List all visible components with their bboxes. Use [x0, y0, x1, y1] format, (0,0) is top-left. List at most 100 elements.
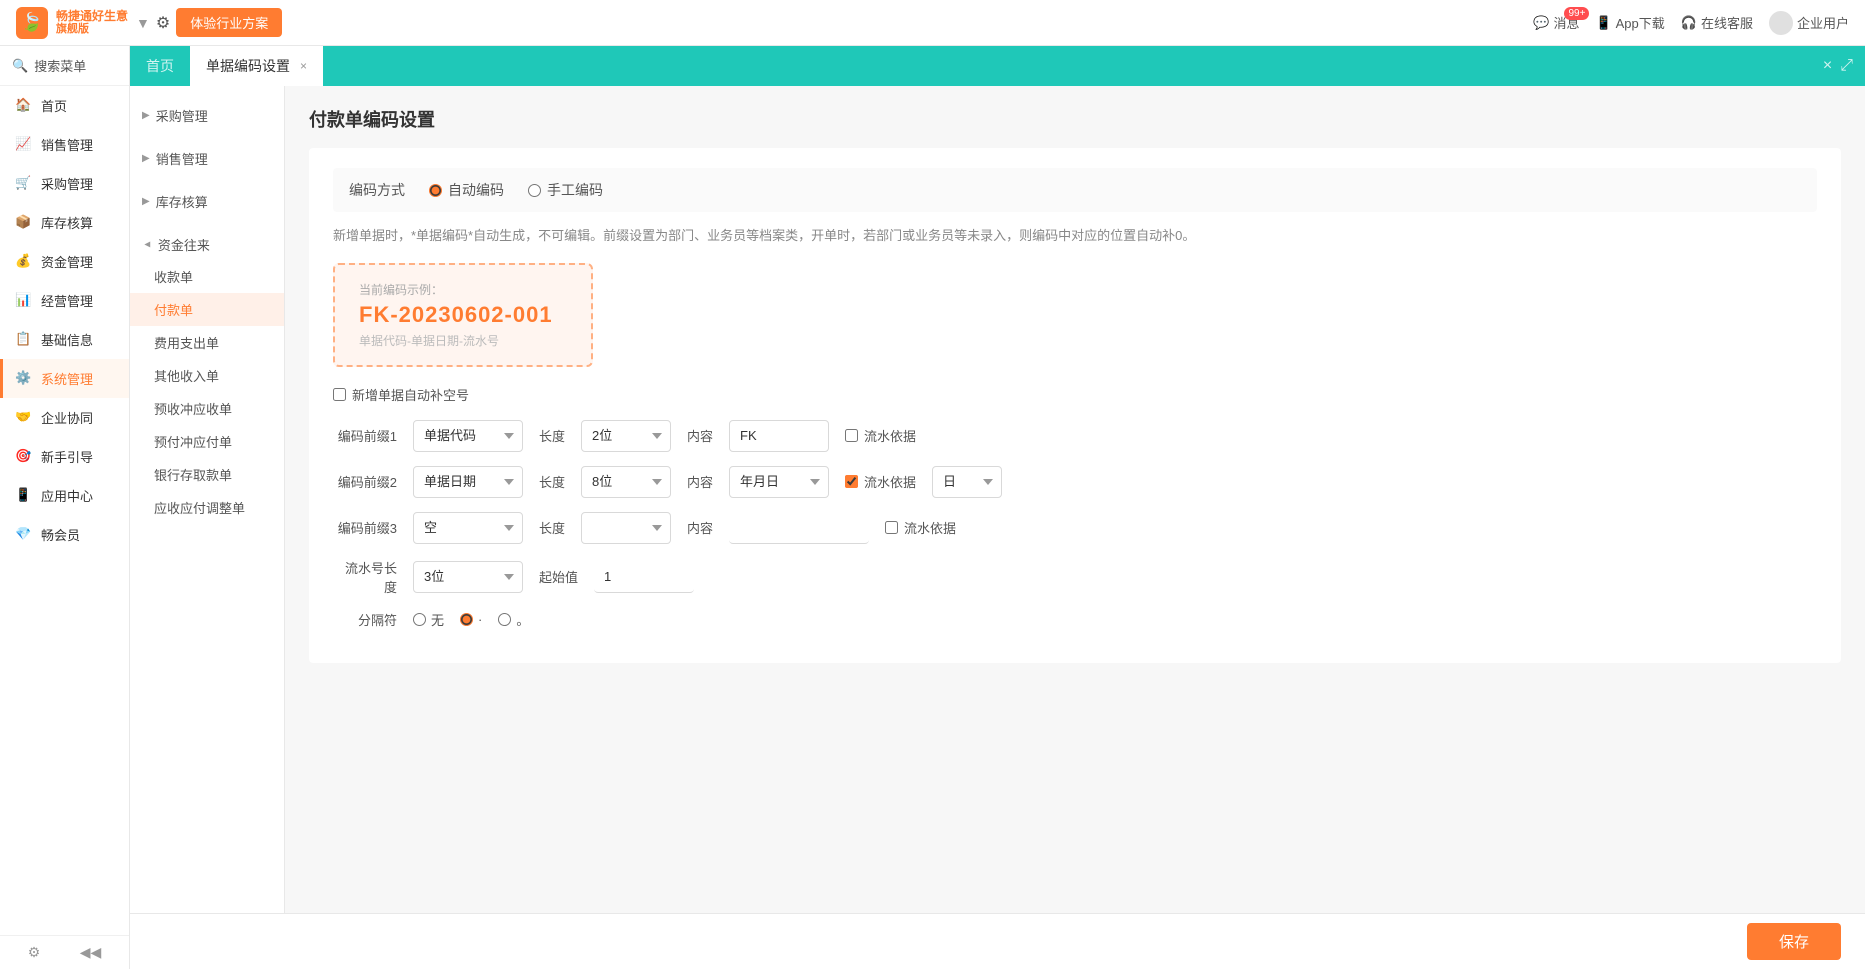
- search-menu[interactable]: 🔍 搜索菜单: [0, 46, 129, 86]
- sidebar-item-guide[interactable]: 🎯 新手引导: [0, 437, 129, 476]
- sep-dash-radio[interactable]: ·: [460, 612, 482, 627]
- serial-len-select[interactable]: 3位: [413, 561, 523, 593]
- system-icon: ⚙️: [15, 370, 33, 388]
- subnav-item-adjust[interactable]: 应收应付调整单: [130, 491, 284, 524]
- sidebar-item-partner[interactable]: 🤝 企业协同: [0, 398, 129, 437]
- brand-icon: 🍃: [16, 7, 48, 39]
- subnav-item-advance-pay[interactable]: 预付冲应付单: [130, 425, 284, 458]
- main-layout: 🔍 搜索菜单 🏠 首页 📈 销售管理 🛒 采购管理 📦 库存核算 💰 资金管理 …: [0, 46, 1865, 969]
- user-name: 企业用户: [1797, 13, 1849, 32]
- subnav-item-other-income[interactable]: 其他收入单: [130, 359, 284, 392]
- prefix1-select[interactable]: 单据代码: [413, 420, 523, 452]
- collapse-icon[interactable]: ◀◀: [80, 944, 102, 961]
- auto-encoding-radio[interactable]: 自动编码: [429, 180, 504, 200]
- sidebar-item-basic[interactable]: 📋 基础信息: [0, 320, 129, 359]
- settings-bottom-icon[interactable]: ⚙: [28, 944, 41, 961]
- chevron-capital: ▼: [141, 240, 152, 250]
- subnav-title-purchase[interactable]: ▶ 采购管理: [130, 100, 284, 131]
- sidebar-item-home[interactable]: 🏠 首页: [0, 86, 129, 125]
- subnav-group-capital: ▼ 资金往来 收款单 付款单 费用支出单 其他收入单 预收冲应收单 预付冲应付单…: [130, 223, 284, 530]
- stream2-checkbox[interactable]: 流水依据: [845, 472, 916, 491]
- len2-select[interactable]: 8位: [581, 466, 671, 498]
- tab-home[interactable]: 首页: [130, 46, 190, 86]
- tab-expand-icon[interactable]: ×: [1823, 57, 1832, 75]
- subnav-item-receipt[interactable]: 收款单: [130, 260, 284, 293]
- tab-close-icon[interactable]: ×: [300, 59, 307, 73]
- sidebar-item-apps[interactable]: 📱 应用中心: [0, 476, 129, 515]
- manual-encoding-input[interactable]: [528, 184, 541, 197]
- tab-encoding[interactable]: 单据编码设置 ×: [190, 46, 323, 86]
- content2-select[interactable]: 年月日: [729, 466, 829, 498]
- sidebar-item-system[interactable]: ⚙️ 系统管理: [0, 359, 129, 398]
- auto-fill-checkbox[interactable]: [333, 388, 346, 401]
- prefix2-select[interactable]: 单据日期: [413, 466, 523, 498]
- code-preview-box: 当前编码示例： FK-20230602-001 单据代码-单据日期-流水号: [333, 263, 593, 367]
- subnav-item-bank-deposit[interactable]: 银行存取款单: [130, 458, 284, 491]
- content1-input[interactable]: [729, 420, 829, 452]
- sidebar-item-inventory[interactable]: 📦 库存核算: [0, 203, 129, 242]
- online-service-button[interactable]: 🎧 在线客服: [1681, 13, 1753, 32]
- manual-encoding-radio[interactable]: 手工编码: [528, 180, 603, 200]
- brand-line2: 旗舰版: [56, 23, 128, 36]
- start-input[interactable]: [594, 561, 694, 593]
- sep-dash-input[interactable]: [460, 613, 473, 626]
- sep-none-radio[interactable]: 无: [413, 610, 444, 629]
- sep-none-input[interactable]: [413, 613, 426, 626]
- chevron-purchase: ▶: [142, 110, 150, 121]
- top-bar: 🍃 畅捷通好生意 旗舰版 ▼ ⚙ 体验行业方案 💬 消息 99+ 📱 App下载…: [0, 0, 1865, 46]
- sidebar-label-sales: 销售管理: [41, 135, 93, 154]
- len3-select[interactable]: [581, 512, 671, 544]
- message-button[interactable]: 💬 消息 99+: [1533, 13, 1579, 32]
- preview-code: FK-20230602-001: [359, 302, 567, 328]
- settings-icon[interactable]: ⚙: [156, 13, 170, 33]
- content3-input[interactable]: [729, 512, 869, 544]
- app-download-button[interactable]: 📱 App下载: [1595, 13, 1664, 32]
- prefix2-label: 编码前缀2: [333, 472, 397, 491]
- subnav-title-inventory[interactable]: ▶ 库存核算: [130, 186, 284, 217]
- len1-select[interactable]: 2位: [581, 420, 671, 452]
- prefix1-row: 编码前缀1 单据代码 长度 2位 内容 流水依据: [333, 420, 1817, 452]
- sidebar-label-partner: 企业协同: [41, 408, 93, 427]
- subnav-item-expense[interactable]: 费用支出单: [130, 326, 284, 359]
- settings-card: 编码方式 自动编码 手工编码 新增单据时，*单据编码*自动生成，不可编辑。前缀设…: [309, 148, 1841, 663]
- sep-label: 分隔符: [333, 610, 397, 629]
- prefix3-select[interactable]: 空: [413, 512, 523, 544]
- subnav-item-advance-recv[interactable]: 预收冲应收单: [130, 392, 284, 425]
- left-sidebar: 🔍 搜索菜单 🏠 首页 📈 销售管理 🛒 采购管理 📦 库存核算 💰 资金管理 …: [0, 46, 130, 969]
- subnav-group-purchase: ▶ 采购管理: [130, 94, 284, 137]
- auto-encoding-input[interactable]: [429, 184, 442, 197]
- stream3-checkbox[interactable]: 流水依据: [885, 518, 956, 537]
- tab-bar-right: × ⤢: [1811, 57, 1865, 75]
- sidebar-item-member[interactable]: 💎 畅会员: [0, 515, 129, 554]
- stream1-checkbox[interactable]: 流水依据: [845, 426, 916, 445]
- stream2-check[interactable]: [845, 475, 858, 488]
- sidebar-item-purchase[interactable]: 🛒 采购管理: [0, 164, 129, 203]
- demo-button[interactable]: 体验行业方案: [176, 8, 282, 37]
- top-bar-controls: ▼ ⚙ 体验行业方案: [136, 8, 282, 37]
- sidebar-label-member: 畅会员: [41, 525, 80, 544]
- save-button[interactable]: 保存: [1747, 923, 1841, 960]
- operations-icon: 📊: [15, 292, 33, 310]
- sep-dot-radio[interactable]: 。: [498, 610, 529, 629]
- sep-dot-input[interactable]: [498, 613, 511, 626]
- info-text: 新增单据时，*单据编码*自动生成，不可编辑。前缀设置为部门、业务员等档案类，开单…: [333, 226, 1817, 247]
- sidebar-item-sales[interactable]: 📈 销售管理: [0, 125, 129, 164]
- serial-row: 流水号长度 3位 起始值: [333, 558, 1817, 596]
- day-select[interactable]: 日: [932, 466, 1002, 498]
- user-menu[interactable]: 企业用户: [1769, 11, 1849, 35]
- stream1-check[interactable]: [845, 429, 858, 442]
- stream3-check[interactable]: [885, 521, 898, 534]
- user-avatar: [1769, 11, 1793, 35]
- tab-fullscreen-icon[interactable]: ⤢: [1840, 57, 1853, 75]
- sidebar-label-finance: 资金管理: [41, 252, 93, 271]
- sidebar-item-finance[interactable]: 💰 资金管理: [0, 242, 129, 281]
- subnav-title-capital[interactable]: ▼ 资金往来: [130, 229, 284, 260]
- dropdown-arrow[interactable]: ▼: [136, 15, 150, 31]
- subnav-label-capital: 资金往来: [158, 235, 210, 254]
- sidebar-item-operations[interactable]: 📊 经营管理: [0, 281, 129, 320]
- home-icon: 🏠: [15, 97, 33, 115]
- sep-dash-label: ·: [478, 612, 482, 627]
- subnav-title-sales[interactable]: ▶ 销售管理: [130, 143, 284, 174]
- subnav-item-payment[interactable]: 付款单: [130, 293, 284, 326]
- sep-none-label: 无: [431, 610, 444, 629]
